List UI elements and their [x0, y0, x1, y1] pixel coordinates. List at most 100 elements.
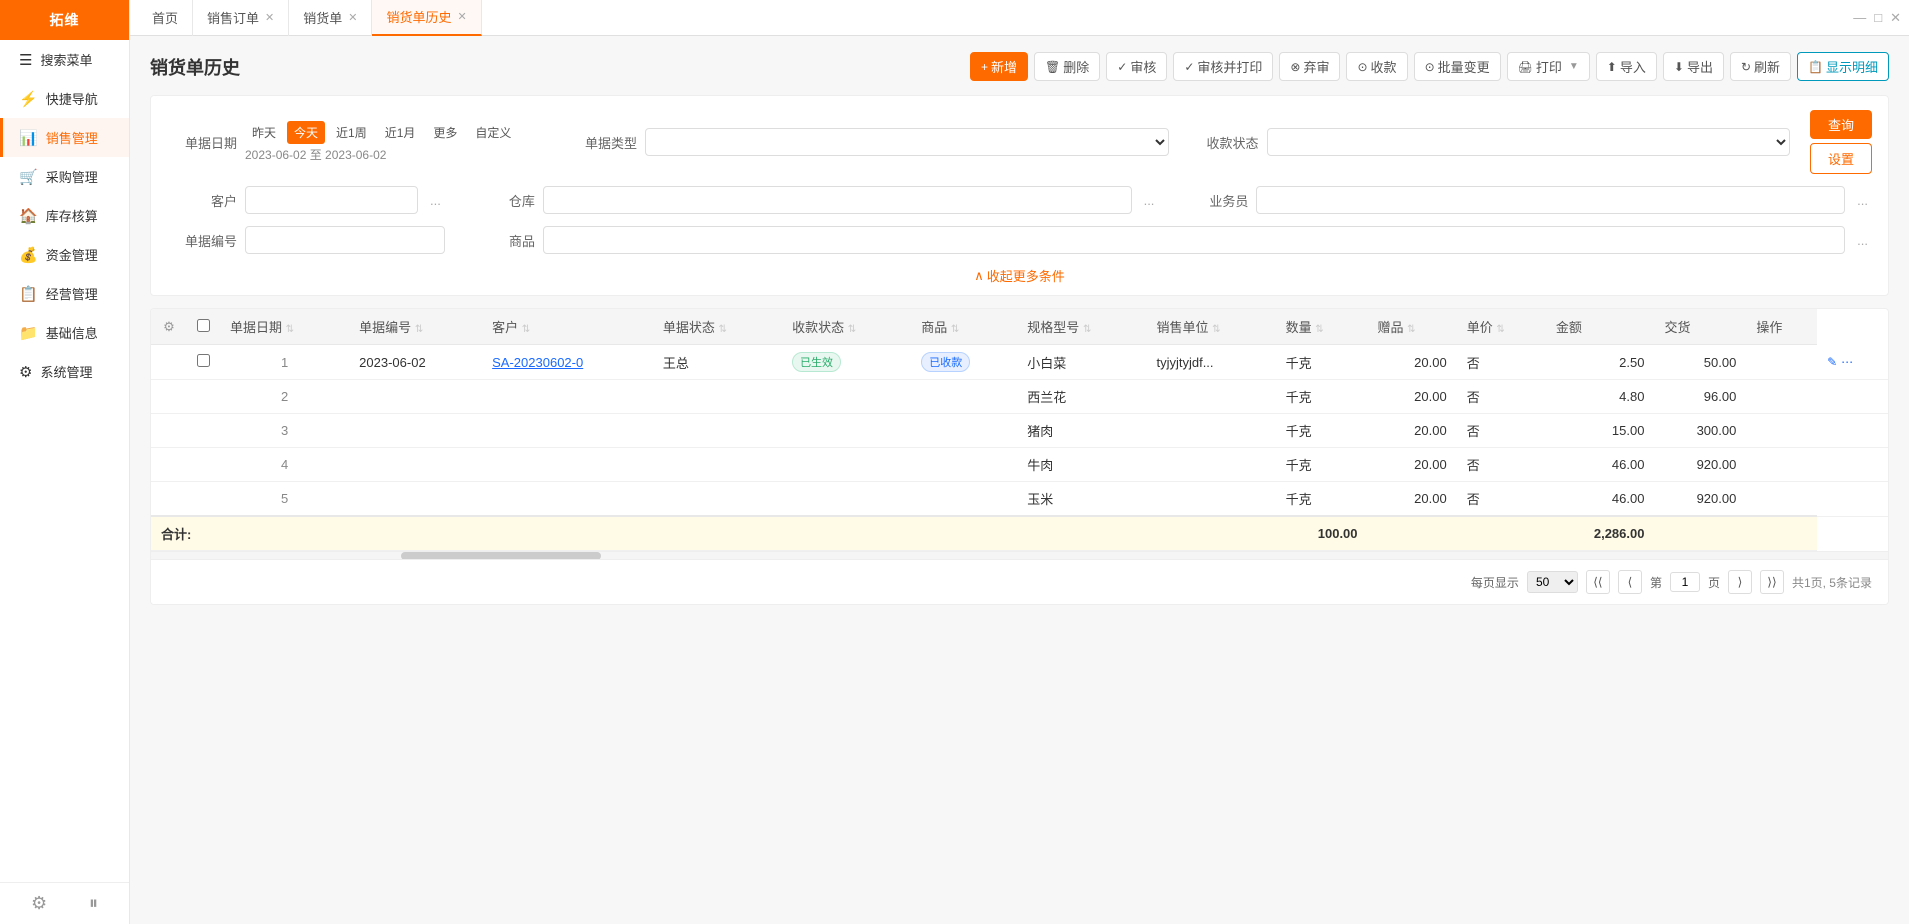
row-doc-no[interactable] [482, 448, 653, 482]
salesperson-input[interactable] [1256, 186, 1845, 214]
select-all-checkbox[interactable] [197, 319, 210, 332]
print-button[interactable]: 🖨 打印 ▼ [1507, 52, 1590, 81]
page-of-label: 页 [1708, 574, 1720, 591]
app-logo: 拓维 [0, 0, 129, 40]
row-action-more[interactable]: ⋯ [1841, 355, 1853, 369]
row-doc-no[interactable] [482, 482, 653, 517]
delete-button[interactable]: 🗑 删除 [1034, 52, 1100, 81]
date-btn-last7days[interactable]: 近1周 [329, 121, 374, 144]
tab-close-all-icon[interactable]: ✕ [1890, 10, 1901, 26]
sidebar-item-quick-nav[interactable]: ⚡ 快捷导航 [0, 79, 129, 118]
col-doc-no[interactable]: 单据编号 ⇅ [349, 309, 482, 345]
abandon-button[interactable]: ⊗ 弃审 [1279, 52, 1340, 81]
row-delivery [1746, 448, 1817, 482]
row-customer [653, 414, 782, 448]
row-goods: 猪肉 [1017, 414, 1146, 448]
date-btn-more[interactable]: 更多 [426, 121, 464, 144]
row-doc-no[interactable] [482, 380, 653, 414]
filter-collapse-btn[interactable]: ∧ 收起更多条件 [974, 266, 1065, 285]
tab-sales-order[interactable]: 销售订单 ✕ [193, 0, 289, 36]
sidebar-item-operation-mgmt[interactable]: 📋 经营管理 [0, 274, 129, 313]
page-prev-btn[interactable]: ⟨ [1618, 570, 1642, 594]
warehouse-input[interactable] [543, 186, 1132, 214]
col-date[interactable]: 单据日期 ⇅ [220, 309, 349, 345]
col-unit[interactable]: 销售单位 ⇅ [1146, 309, 1275, 345]
sidebar-item-capital-mgmt[interactable]: 💰 资金管理 [0, 235, 129, 274]
col-price[interactable]: 单价 ⇅ [1457, 309, 1546, 345]
tab-home[interactable]: 首页 [138, 0, 193, 36]
customer-ellipsis-btn[interactable]: ... [426, 193, 445, 208]
customer-input[interactable] [245, 186, 418, 214]
tab-sales-goods[interactable]: 销货单 ✕ [289, 0, 372, 36]
audit-print-button[interactable]: ✓ 审核并打印 [1173, 52, 1273, 81]
row-date [349, 414, 482, 448]
row-amount: 50.00 [1654, 345, 1746, 380]
col-payment-status[interactable]: 收款状态 ⇅ [782, 309, 911, 345]
export-button[interactable]: ⬇ 导出 [1663, 52, 1724, 81]
per-page-select[interactable]: 50 20 100 [1527, 571, 1578, 593]
tab-sales-history[interactable]: 销货单历史 ✕ [372, 0, 481, 36]
page-input[interactable] [1670, 572, 1700, 592]
tab-close-sales-history[interactable]: ✕ [458, 10, 467, 23]
page-next-btn[interactable]: ⟩ [1728, 570, 1752, 594]
date-quick-btns: 昨天 今天 近1周 近1月 更多 自定义 [245, 121, 518, 144]
doc-type-select[interactable] [645, 128, 1169, 156]
query-button[interactable]: 查询 [1810, 110, 1872, 139]
col-spec[interactable]: 规格型号 ⇅ [1017, 309, 1146, 345]
sidebar-item-search-menu[interactable]: ☰ 搜索菜单 [0, 40, 129, 79]
warehouse-ellipsis-btn[interactable]: ... [1140, 193, 1159, 208]
audit-button[interactable]: ✓ 审核 [1106, 52, 1167, 81]
date-btn-custom[interactable]: 自定义 [468, 121, 518, 144]
row-doc-status [782, 380, 911, 414]
batch-change-button[interactable]: ⊙ 批量变更 [1414, 52, 1501, 81]
salesperson-ellipsis-btn[interactable]: ... [1853, 193, 1872, 208]
page-last-btn[interactable]: ⟩⟩ [1760, 570, 1784, 594]
import-button[interactable]: ⬆ 导入 [1596, 52, 1657, 81]
sidebar-item-system-mgmt[interactable]: ⚙ 系统管理 [0, 352, 129, 391]
col-gift[interactable]: 赠品 ⇅ [1368, 309, 1457, 345]
tab-maximize-icon[interactable]: □ [1874, 10, 1882, 25]
doc-no-input[interactable] [245, 226, 445, 254]
export-icon: ⬇ [1674, 60, 1684, 74]
set-button[interactable]: 设置 [1810, 143, 1872, 174]
row-delivery [1746, 380, 1817, 414]
tab-minimize-icon[interactable]: — [1853, 10, 1866, 25]
new-button[interactable]: + 新增 [970, 52, 1028, 81]
tab-close-sales-order[interactable]: ✕ [265, 11, 274, 24]
sidebar-item-purchase-mgmt[interactable]: 🛒 采购管理 [0, 157, 129, 196]
row-date: 2023-06-02 [349, 345, 482, 380]
sidebar-settings-btn[interactable]: ⚙ [31, 893, 47, 914]
col-customer[interactable]: 客户 ⇅ [482, 309, 653, 345]
sidebar-item-inventory-calc[interactable]: 🏠 库存核算 [0, 196, 129, 235]
goods-input[interactable] [543, 226, 1845, 254]
date-btn-yesterday[interactable]: 昨天 [245, 121, 283, 144]
sidebar-item-sales-mgmt[interactable]: 📊 销售管理 [0, 118, 129, 157]
row-doc-no[interactable]: SA-20230602-0 [482, 345, 653, 380]
col-goods[interactable]: 商品 ⇅ [911, 309, 1017, 345]
row-goods: 西兰花 [1017, 380, 1146, 414]
table-gear-icon[interactable]: ⚙ [163, 319, 175, 334]
row-action-edit[interactable]: ✎ [1827, 355, 1837, 369]
row-amount: 920.00 [1654, 482, 1746, 517]
goods-ellipsis-btn[interactable]: ... [1853, 233, 1872, 248]
page-first-btn[interactable]: ⟨⟨ [1586, 570, 1610, 594]
payment-status-select[interactable] [1267, 128, 1791, 156]
delete-icon: 🗑 [1045, 60, 1060, 74]
row-doc-no[interactable] [482, 414, 653, 448]
show-detail-button[interactable]: 📋 显示明细 [1797, 52, 1889, 81]
tab-close-sales-goods[interactable]: ✕ [348, 11, 357, 24]
refresh-button[interactable]: ↻ 刷新 [1730, 52, 1791, 81]
query-set-area: 查询 设置 [1810, 110, 1872, 174]
receive-button[interactable]: ⊙ 收款 [1346, 52, 1407, 81]
date-btn-today[interactable]: 今天 [287, 121, 325, 144]
sidebar-item-basic-info[interactable]: 📁 基础信息 [0, 313, 129, 352]
row-checkbox[interactable] [197, 354, 210, 367]
row-gift: 否 [1457, 380, 1546, 414]
col-qty[interactable]: 数量 ⇅ [1276, 309, 1368, 345]
horizontal-scrollbar[interactable] [151, 551, 1888, 559]
sidebar-pause-btn[interactable]: ⏸ [89, 893, 98, 914]
date-btn-last1month[interactable]: 近1月 [378, 121, 423, 144]
date-range-display: 2023-06-02 至 2023-06-02 [245, 146, 518, 163]
col-doc-status[interactable]: 单据状态 ⇅ [653, 309, 782, 345]
summary-label: 合计: [151, 516, 220, 551]
